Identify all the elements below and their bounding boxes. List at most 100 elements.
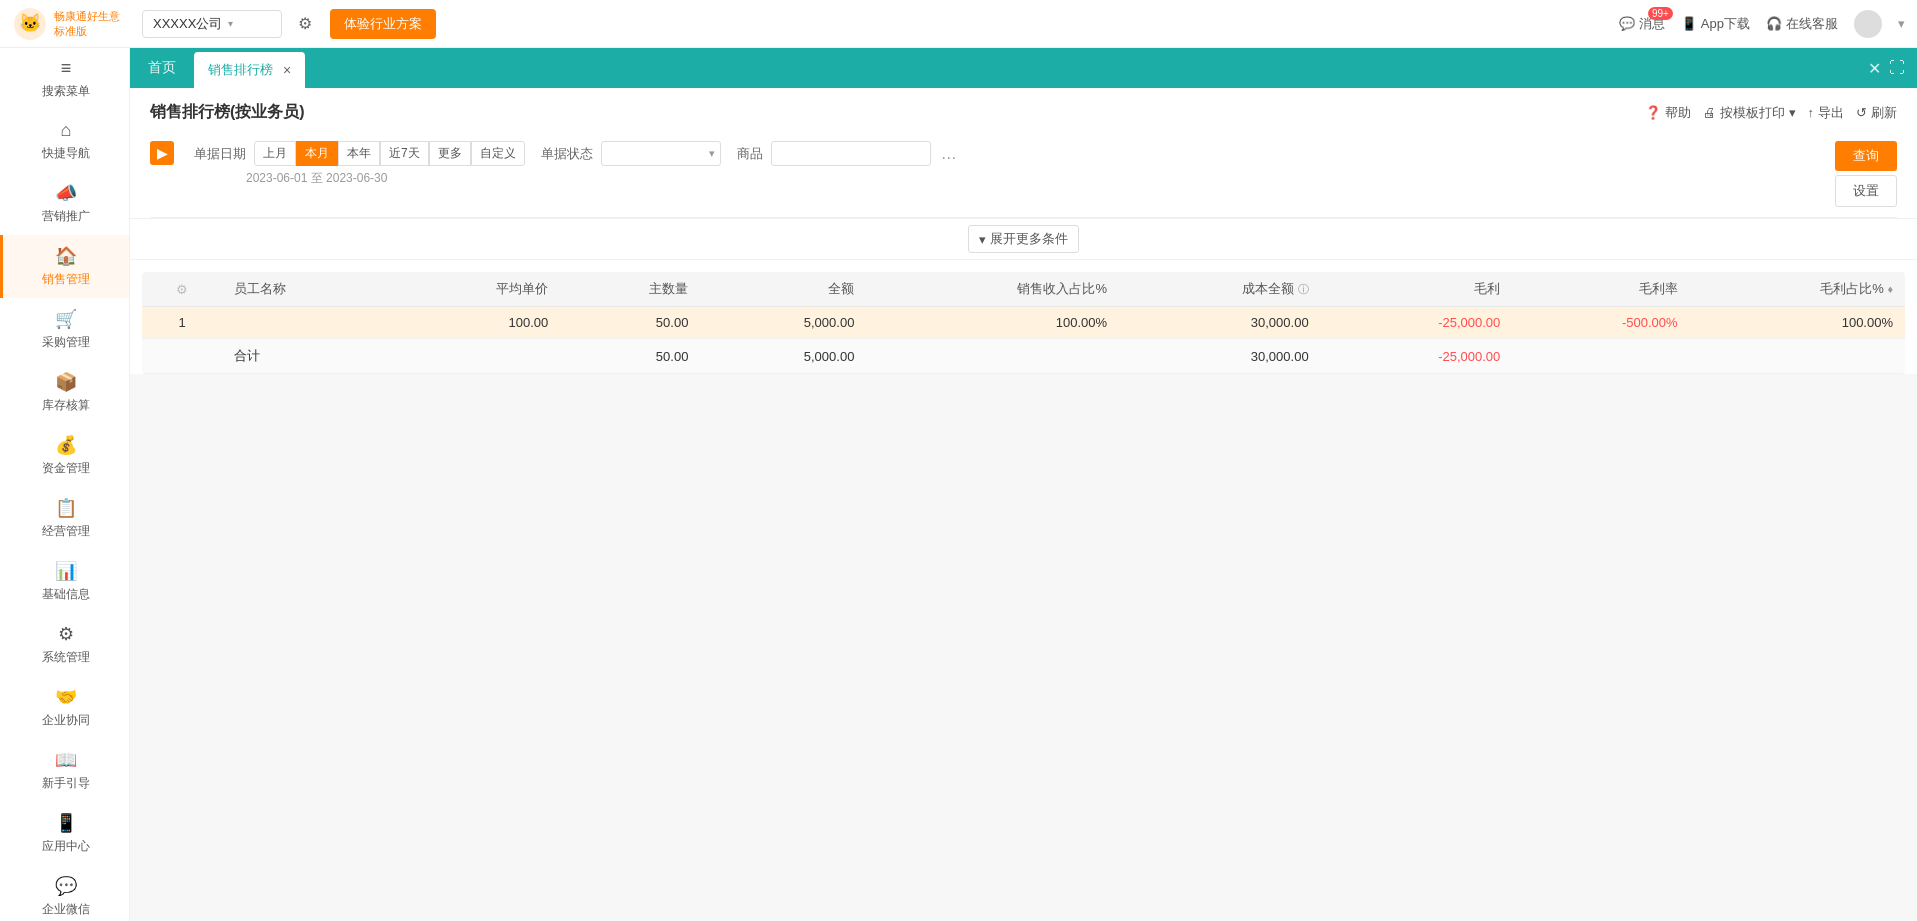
sidebar-item-inventory[interactable]: 📦 库存核算 <box>0 361 129 424</box>
col-settings[interactable]: ⚙ <box>142 272 222 307</box>
status-select[interactable] <box>601 141 721 166</box>
app-icon: 📱 <box>1681 16 1697 31</box>
tab-close-icon[interactable]: × <box>283 62 291 78</box>
footer-gross-profit: -25,000.00 <box>1321 339 1513 374</box>
logo: 🐱 畅康通好生意 标准版 <box>12 6 142 42</box>
cell-amount: 5,000.00 <box>700 307 866 339</box>
tab-maximize-icon[interactable]: ⛶ <box>1889 59 1905 77</box>
purchase-icon: 🛒 <box>55 308 77 330</box>
finance-icon: 💰 <box>55 434 77 456</box>
settings-button[interactable]: 设置 <box>1835 175 1897 207</box>
cell-name <box>222 307 391 339</box>
date-btn-7days[interactable]: 近7天 <box>380 141 429 166</box>
template-print-button[interactable]: 🖨 按模板打印 ▾ <box>1703 104 1796 122</box>
sidebar-item-marketing[interactable]: 📣 营销推广 <box>0 172 129 235</box>
sidebar-item-quick-nav[interactable]: ⌂ 快捷导航 <box>0 110 129 172</box>
sidebar-item-search-orders[interactable]: ≡ 搜索菜单 <box>0 48 129 110</box>
col-sales-pct: 销售收入占比% <box>866 272 1119 307</box>
filter-toggle-btn[interactable]: ▶ <box>150 141 174 165</box>
settings-col-icon: ⚙ <box>176 282 188 297</box>
help-button[interactable]: ❓ 帮助 <box>1645 104 1691 122</box>
sidebar-item-operation[interactable]: 📋 经营管理 <box>0 487 129 550</box>
page-content: 销售排行榜(按业务员) ❓ 帮助 🖨 按模板打印 ▾ <box>130 88 1917 921</box>
date-btn-cur-month[interactable]: 本月 <box>296 141 338 166</box>
message-badge: 99+ <box>1648 7 1673 20</box>
sidebar-label-search-orders: 搜索菜单 <box>42 83 90 100</box>
marketing-icon: 📣 <box>55 182 77 204</box>
sidebar-label-quick-nav: 快捷导航 <box>42 145 90 162</box>
sidebar-label-app-center: 应用中心 <box>42 838 90 855</box>
search-orders-icon: ≡ <box>61 58 72 79</box>
sidebar-item-basic-info[interactable]: 📊 基础信息 <box>0 550 129 613</box>
newbie-icon: 📖 <box>55 749 77 771</box>
date-btn-cur-year[interactable]: 本年 <box>338 141 380 166</box>
col-gross-margin: 毛利率 <box>1512 272 1689 307</box>
sidebar-label-finance: 资金管理 <box>42 460 90 477</box>
sales-icon: 🏠 <box>55 245 77 267</box>
cell-avg-price: 100.00 <box>391 307 560 339</box>
svg-text:🐱: 🐱 <box>19 12 42 34</box>
tab-sales-ranking-label: 销售排行榜 <box>208 61 273 79</box>
sidebar-item-enterprise[interactable]: 🤝 企业协同 <box>0 676 129 739</box>
tab-sales-ranking[interactable]: 销售排行榜 × <box>194 52 305 88</box>
cell-gross-margin: -500.00% <box>1512 307 1689 339</box>
chevron-down-icon: ▾ <box>228 18 233 29</box>
sidebar-item-sales[interactable]: 🏠 销售管理 <box>0 235 129 298</box>
date-btn-prev-month[interactable]: 上月 <box>254 141 296 166</box>
col-name: 员工名称 <box>222 272 391 307</box>
refresh-button[interactable]: ↺ 刷新 <box>1856 104 1897 122</box>
cost-help-icon[interactable]: ⓘ <box>1298 283 1309 295</box>
refresh-icon: ↺ <box>1856 105 1867 120</box>
date-btn-more[interactable]: 更多 <box>429 141 471 166</box>
service-icon: 🎧 <box>1766 16 1782 31</box>
col-cost-amount: 成本全额 ⓘ <box>1119 272 1321 307</box>
sidebar-label-wechat: 企业微信 <box>42 901 90 918</box>
enterprise-icon: 🤝 <box>55 686 77 708</box>
export-button[interactable]: ↑ 导出 <box>1808 104 1845 122</box>
goods-filter-input[interactable] <box>771 141 931 166</box>
cell-gross-pct: 100.00% <box>1690 307 1905 339</box>
system-icon: ⚙ <box>58 623 74 645</box>
tab-close-all-icon[interactable]: ✕ <box>1868 59 1881 78</box>
cell-gross-profit: -25,000.00 <box>1321 307 1513 339</box>
avatar[interactable] <box>1854 10 1882 38</box>
print-chevron-icon: ▾ <box>1789 105 1796 120</box>
gross-pct-help-icon[interactable]: ♦ <box>1887 283 1893 295</box>
app-download-button[interactable]: 📱 App下载 <box>1681 15 1750 33</box>
footer-cost-amount: 30,000.00 <box>1119 339 1321 374</box>
company-selector[interactable]: XXXXX公司 ▾ <box>142 10 282 38</box>
trial-button[interactable]: 体验行业方案 <box>330 9 436 39</box>
sidebar-item-system[interactable]: ⚙ 系统管理 <box>0 613 129 676</box>
cell-index: 1 <box>142 307 222 339</box>
tab-bar: 首页 销售排行榜 × ✕ ⛶ <box>130 48 1917 88</box>
table-footer-row: 合计 50.00 5,000.00 30,000.00 -25,000.00 <box>142 339 1905 374</box>
online-service-button[interactable]: 🎧 在线客服 <box>1766 15 1838 33</box>
app-center-icon: 📱 <box>55 812 77 834</box>
date-btn-custom[interactable]: 自定义 <box>471 141 525 166</box>
status-select-wrap[interactable] <box>601 141 721 166</box>
col-amount: 全额 <box>700 272 866 307</box>
goods-filter-more-icon[interactable]: … <box>941 145 957 163</box>
date-range-text: 2023-06-01 至 2023-06-30 <box>246 170 525 187</box>
sidebar: ≡ 搜索菜单 ⌂ 快捷导航 📣 营销推广 🏠 销售管理 🛒 采购管理 📦 库 <box>0 48 130 921</box>
sidebar-item-purchase[interactable]: 🛒 采购管理 <box>0 298 129 361</box>
expand-more-btn[interactable]: ▾ 展开更多条件 <box>968 225 1079 253</box>
tab-home[interactable]: 首页 <box>130 48 194 88</box>
sidebar-label-inventory: 库存核算 <box>42 397 90 414</box>
footer-label: 合计 <box>222 339 391 374</box>
footer-gross-pct <box>1690 339 1905 374</box>
col-avg-price: 平均单价 <box>391 272 560 307</box>
sidebar-item-newbie[interactable]: 📖 新手引导 <box>0 739 129 802</box>
date-filter-label: 单据日期 <box>194 145 246 163</box>
data-table: ⚙ 员工名称 平均单价 主数量 全额 销售收入占比% 成本全额 ⓘ <box>142 272 1905 374</box>
sidebar-item-wechat[interactable]: 💬 企业微信 <box>0 865 129 921</box>
username: ▾ <box>1898 16 1905 31</box>
gear-button[interactable]: ⚙ <box>290 9 320 39</box>
sidebar-item-finance[interactable]: 💰 资金管理 <box>0 424 129 487</box>
query-button[interactable]: 查询 <box>1835 141 1897 171</box>
goods-filter-label: 商品 <box>737 145 763 163</box>
cell-main-qty: 50.00 <box>560 307 700 339</box>
message-button[interactable]: 💬 消息 99+ <box>1619 15 1665 33</box>
sidebar-label-purchase: 采购管理 <box>42 334 90 351</box>
sidebar-item-app-center[interactable]: 📱 应用中心 <box>0 802 129 865</box>
